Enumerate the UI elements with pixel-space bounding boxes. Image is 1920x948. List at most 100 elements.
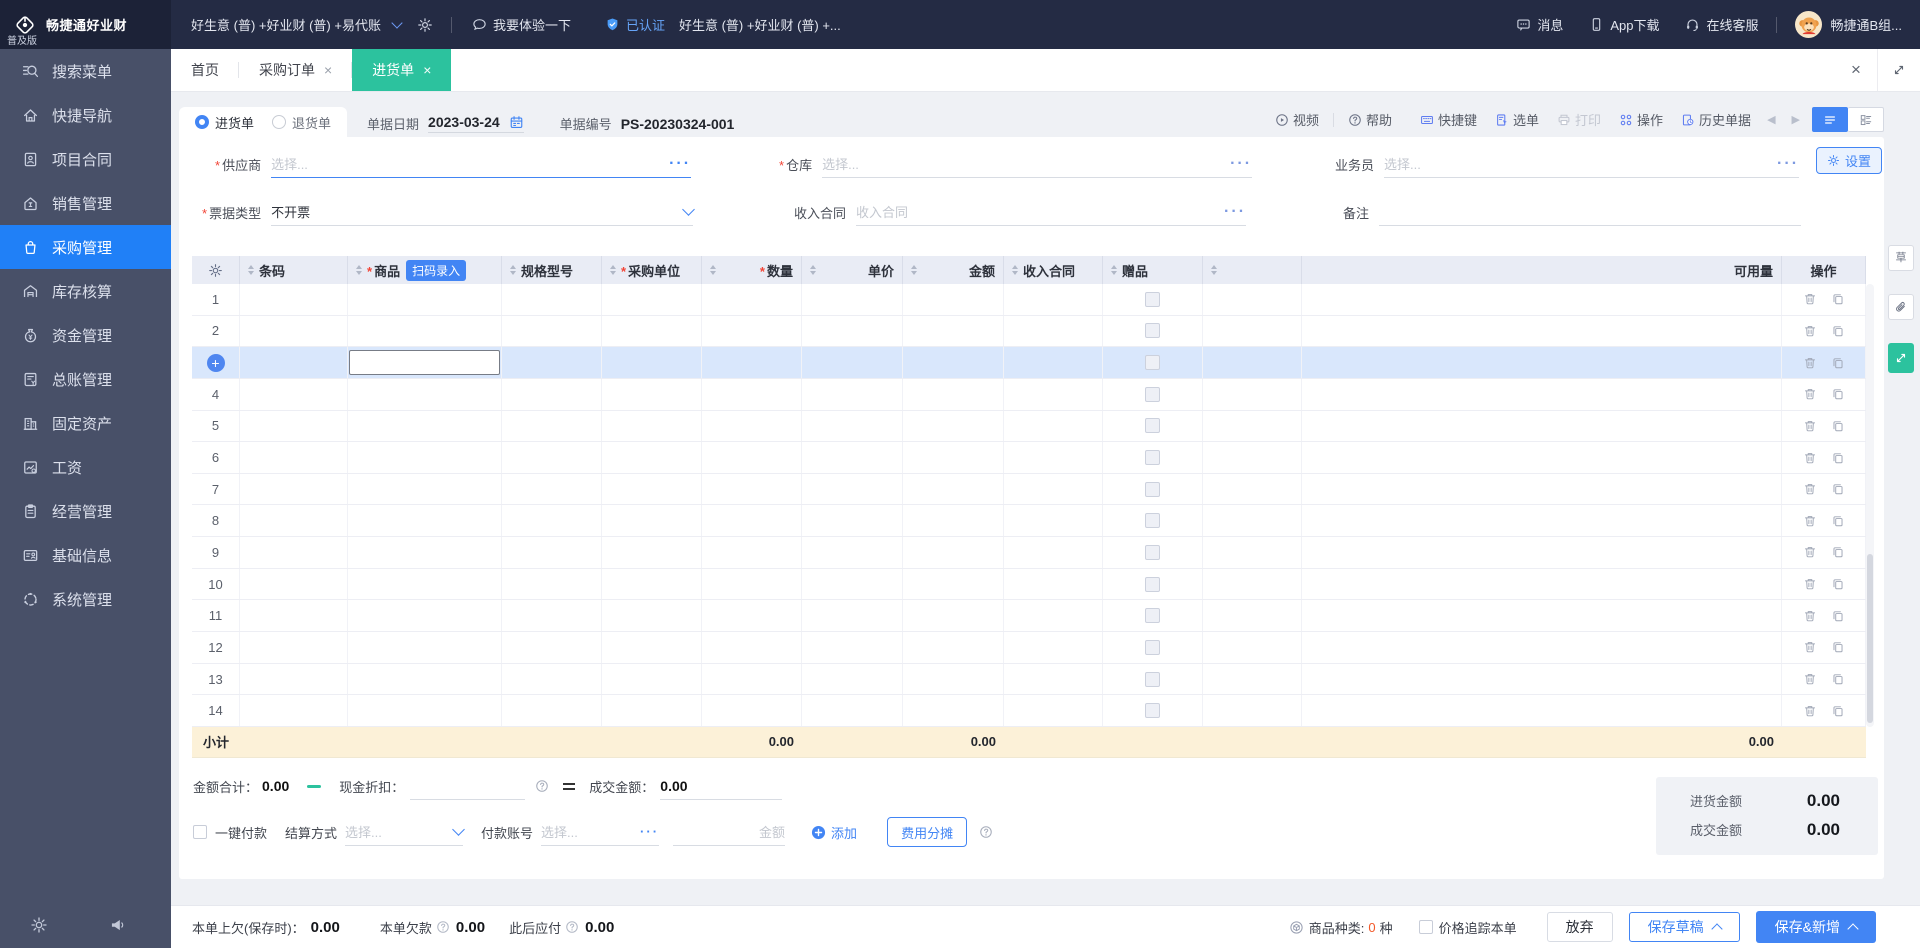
cell-contract[interactable] bbox=[1004, 568, 1103, 600]
cell-extra[interactable] bbox=[1203, 378, 1302, 410]
cell-qty[interactable] bbox=[702, 600, 802, 632]
sidebar-item-moneybag[interactable]: 资金管理 bbox=[0, 313, 171, 357]
cell-available[interactable] bbox=[1302, 568, 1782, 600]
cell-qty[interactable] bbox=[702, 505, 802, 537]
cell-extra[interactable] bbox=[1203, 284, 1302, 315]
cell-barcode[interactable] bbox=[240, 663, 348, 695]
cell-amount[interactable] bbox=[903, 473, 1004, 505]
cell-amount[interactable] bbox=[903, 442, 1004, 473]
gift-checkbox[interactable] bbox=[1145, 355, 1160, 371]
cell-extra[interactable] bbox=[1203, 663, 1302, 695]
fullscreen-icon[interactable] bbox=[1877, 49, 1920, 91]
cell-amount[interactable] bbox=[903, 347, 1004, 378]
more-options-icon[interactable] bbox=[1224, 204, 1246, 220]
delete-row-icon[interactable] bbox=[1803, 419, 1817, 433]
print-button[interactable]: 打印 bbox=[1557, 110, 1601, 129]
sidebar-item-idcard[interactable]: 基础信息 bbox=[0, 533, 171, 577]
cell-available[interactable] bbox=[1302, 600, 1782, 632]
cell-qty[interactable] bbox=[702, 442, 802, 473]
cell-available[interactable] bbox=[1302, 632, 1782, 663]
cell-spec[interactable] bbox=[502, 410, 602, 442]
cell-actions[interactable] bbox=[1782, 442, 1866, 473]
copy-row-icon[interactable] bbox=[1831, 609, 1845, 623]
col-header-price[interactable]: 单价 bbox=[802, 256, 903, 284]
abandon-button[interactable]: 放弃 bbox=[1546, 912, 1613, 942]
close-all-icon[interactable] bbox=[1835, 49, 1877, 91]
cell-actions[interactable] bbox=[1782, 378, 1866, 410]
more-options-icon[interactable] bbox=[640, 825, 659, 838]
gift-checkbox[interactable] bbox=[1145, 418, 1160, 434]
cell-product[interactable] bbox=[348, 695, 502, 726]
cell-contract[interactable] bbox=[1004, 410, 1103, 442]
cell-barcode[interactable] bbox=[240, 505, 348, 537]
table-scrollbar[interactable] bbox=[1866, 284, 1874, 727]
pay-account-input[interactable]: 选择... bbox=[541, 818, 660, 846]
cell-gift[interactable] bbox=[1103, 568, 1203, 600]
cell-rownum[interactable]: 6 bbox=[192, 442, 240, 473]
cell-rownum[interactable]: + bbox=[192, 347, 240, 378]
cell-available[interactable] bbox=[1302, 537, 1782, 568]
cell-qty[interactable] bbox=[702, 378, 802, 410]
cell-spec[interactable] bbox=[502, 600, 602, 632]
cell-amount[interactable] bbox=[903, 378, 1004, 410]
cell-extra[interactable] bbox=[1203, 315, 1302, 347]
cell-amount[interactable] bbox=[903, 315, 1004, 347]
shortcut-keys-button[interactable]: 快捷键 bbox=[1420, 110, 1477, 129]
cell-qty[interactable] bbox=[702, 473, 802, 505]
cell-unit[interactable] bbox=[602, 284, 702, 315]
cell-barcode[interactable] bbox=[240, 473, 348, 505]
cell-amount[interactable] bbox=[903, 695, 1004, 726]
cell-contract[interactable] bbox=[1004, 663, 1103, 695]
cell-available[interactable] bbox=[1302, 315, 1782, 347]
cell-qty[interactable] bbox=[702, 568, 802, 600]
copy-row-icon[interactable] bbox=[1831, 577, 1845, 591]
cell-available[interactable] bbox=[1302, 442, 1782, 473]
cell-product[interactable] bbox=[348, 473, 502, 505]
cell-gift[interactable] bbox=[1103, 410, 1203, 442]
cell-price[interactable] bbox=[802, 442, 903, 473]
gift-checkbox[interactable] bbox=[1145, 576, 1160, 592]
help-icon[interactable] bbox=[565, 920, 579, 934]
cell-actions[interactable] bbox=[1782, 600, 1866, 632]
cell-rownum[interactable]: 10 bbox=[192, 568, 240, 600]
cell-barcode[interactable] bbox=[240, 632, 348, 663]
col-header-spec[interactable]: 规格型号 bbox=[502, 256, 602, 284]
gift-checkbox[interactable] bbox=[1145, 513, 1160, 529]
cell-unit[interactable] bbox=[602, 663, 702, 695]
sort-icon[interactable] bbox=[610, 265, 616, 275]
sort-icon[interactable] bbox=[1111, 265, 1117, 275]
gift-checkbox[interactable] bbox=[1145, 481, 1160, 497]
cell-barcode[interactable] bbox=[240, 347, 348, 378]
doc-type-radio-0[interactable]: 进货单 bbox=[195, 113, 254, 132]
cell-amount[interactable] bbox=[903, 505, 1004, 537]
cell-amount[interactable] bbox=[903, 284, 1004, 315]
cell-extra[interactable] bbox=[1203, 632, 1302, 663]
pick-order-button[interactable]: 选单 bbox=[1495, 110, 1539, 129]
cell-gift[interactable] bbox=[1103, 442, 1203, 473]
cell-product[interactable] bbox=[348, 663, 502, 695]
delete-row-icon[interactable] bbox=[1803, 704, 1817, 718]
cell-gift[interactable] bbox=[1103, 505, 1203, 537]
cell-rownum[interactable]: 1 bbox=[192, 284, 240, 315]
cell-actions[interactable] bbox=[1782, 410, 1866, 442]
cell-price[interactable] bbox=[802, 378, 903, 410]
save-and-new-button[interactable]: 保存&新增 bbox=[1755, 911, 1876, 943]
cell-price[interactable] bbox=[802, 600, 903, 632]
cell-amount[interactable] bbox=[903, 600, 1004, 632]
draft-note-button[interactable]: 草 bbox=[1888, 245, 1914, 271]
cell-gift[interactable] bbox=[1103, 632, 1203, 663]
supplier-input[interactable]: 选择... bbox=[271, 150, 692, 178]
pay-amount-input[interactable]: 金额 bbox=[673, 818, 786, 846]
cell-rownum[interactable]: 5 bbox=[192, 410, 240, 442]
cell-spec[interactable] bbox=[502, 537, 602, 568]
header-settings-button[interactable]: 设置 bbox=[1815, 147, 1882, 174]
cell-contract[interactable] bbox=[1004, 600, 1103, 632]
copy-row-icon[interactable] bbox=[1831, 356, 1845, 370]
cell-amount[interactable] bbox=[903, 632, 1004, 663]
cell-rownum[interactable]: 14 bbox=[192, 695, 240, 726]
copy-row-icon[interactable] bbox=[1831, 451, 1845, 465]
more-options-icon[interactable] bbox=[669, 156, 691, 172]
cell-contract[interactable] bbox=[1004, 695, 1103, 726]
delete-row-icon[interactable] bbox=[1803, 640, 1817, 654]
cell-spec[interactable] bbox=[502, 378, 602, 410]
